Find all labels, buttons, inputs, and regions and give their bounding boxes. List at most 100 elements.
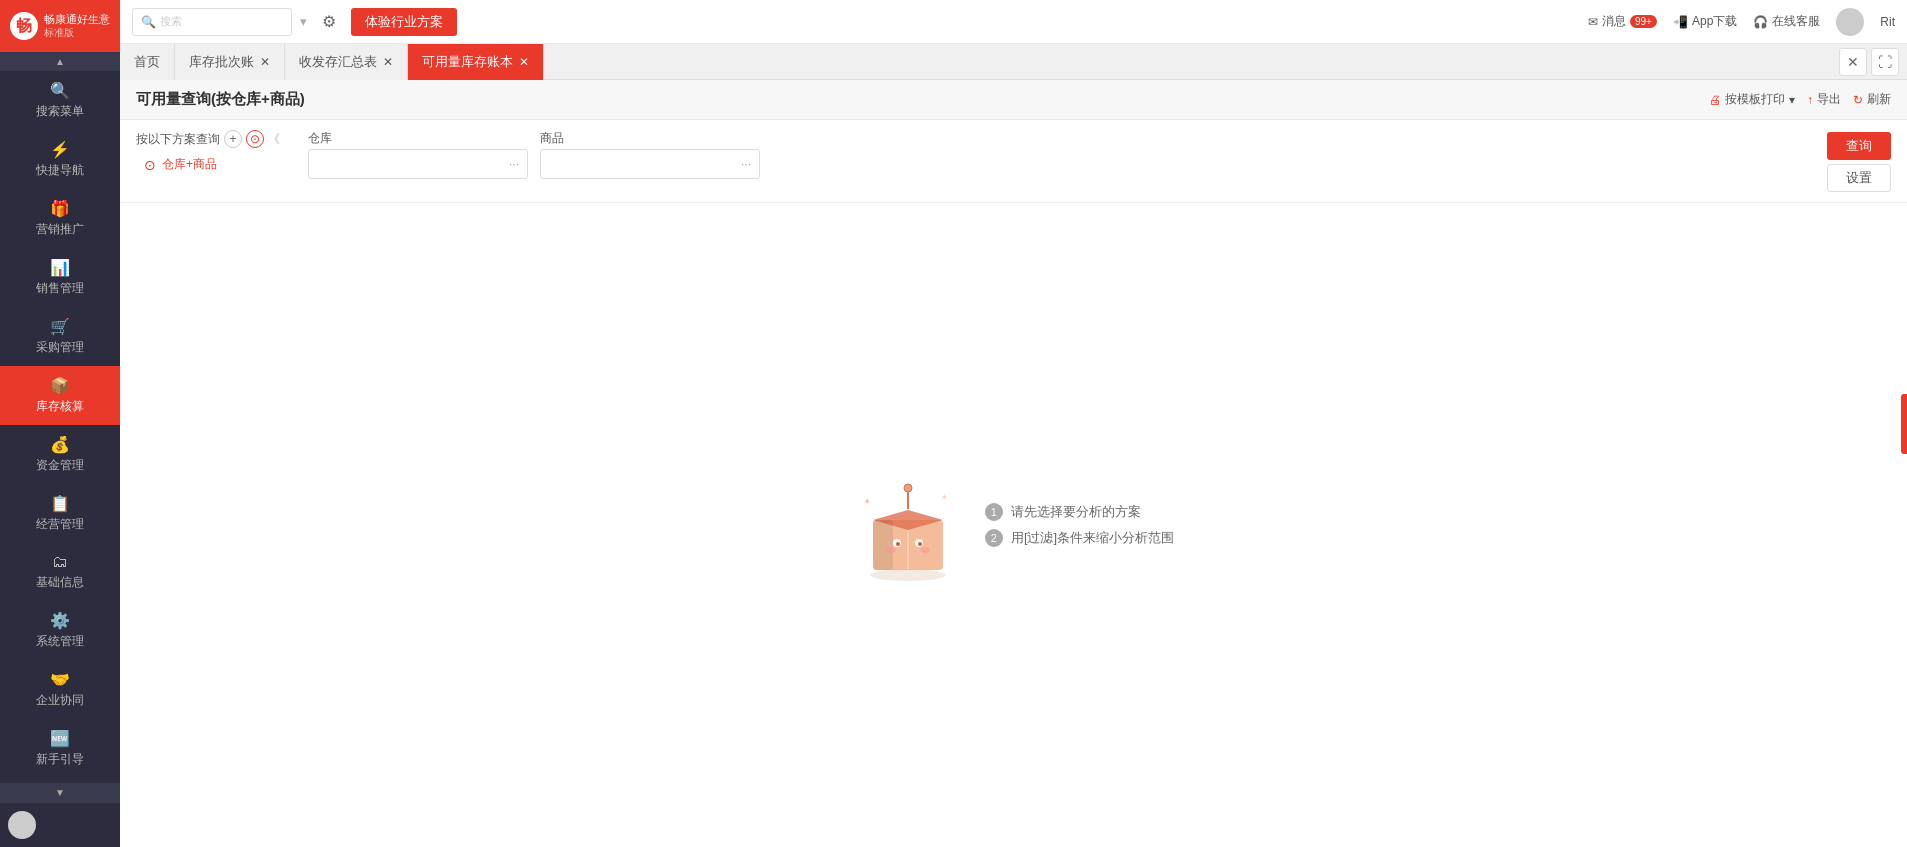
sidebar-item-coop[interactable]: 🤝 企业协同: [0, 660, 120, 719]
goods-input[interactable]: ···: [540, 149, 760, 179]
online-service-button[interactable]: 🎧 在线客服: [1753, 13, 1820, 30]
scheme-label: 仓库+商品: [162, 156, 217, 173]
system-icon: ⚙️: [50, 611, 70, 630]
download-icon: 📲: [1673, 15, 1688, 29]
sidebar-item-label: 企业协同: [36, 692, 84, 709]
sidebar-scroll-up[interactable]: ▲: [0, 52, 120, 71]
sidebar-item-system[interactable]: ⚙️ 系统管理: [0, 601, 120, 660]
logo-icon: 畅: [10, 12, 38, 40]
tab-collect-account[interactable]: 收发存汇总表 ✕: [285, 44, 408, 80]
svg-point-10: [920, 547, 930, 553]
app-download-button[interactable]: 📲 App下载: [1673, 13, 1737, 30]
operations-icon: 📋: [50, 494, 70, 513]
topbar-right: ✉ 消息 99+ 📲 App下载 🎧 在线客服 Rit: [1588, 8, 1895, 36]
warehouse-input[interactable]: ···: [308, 149, 528, 179]
user-avatar[interactable]: [1836, 8, 1864, 36]
export-icon: ↑: [1807, 93, 1813, 107]
empty-state: ✦ ✦ 1 请先选择要分析的方案 2 用[过滤]条件来缩小分析范围: [120, 203, 1907, 847]
sidebar-item-label: 新手引导: [36, 751, 84, 768]
avatar: [8, 811, 36, 839]
tab-available-stock-close[interactable]: ✕: [519, 55, 529, 69]
add-scheme-button[interactable]: +: [224, 130, 242, 148]
print-button[interactable]: 🖨 按模板打印 ▾: [1709, 91, 1795, 108]
notif-label: 消息: [1602, 13, 1626, 30]
print-chevron-icon: ▾: [1789, 93, 1795, 107]
page-title: 可用量查询(按仓库+商品): [136, 90, 305, 109]
chart-icon: 📊: [50, 258, 70, 277]
refresh-button[interactable]: ↻ 刷新: [1853, 91, 1891, 108]
sidebar-nav: 🔍 搜索菜单 ⚡ 快捷导航 🎁 营销推广 📊 销售管理 🛒 采购管理 📦 库存核…: [0, 71, 120, 783]
sidebar-item-marketing[interactable]: 🎁 营销推广: [0, 189, 120, 248]
svg-point-12: [904, 484, 912, 492]
tab-collect-account-label: 收发存汇总表: [299, 53, 377, 71]
tip-2-text: 用[过滤]条件来缩小分析范围: [1011, 529, 1174, 547]
empty-state-inner: ✦ ✦ 1 请先选择要分析的方案 2 用[过滤]条件来缩小分析范围: [853, 475, 1174, 575]
filter-settings-button[interactable]: 设置: [1827, 164, 1891, 192]
sidebar-item-label: 快捷导航: [36, 162, 84, 179]
export-button[interactable]: ↑ 导出: [1807, 91, 1841, 108]
money-icon: 💰: [50, 435, 70, 454]
sidebar-item-shortcut[interactable]: ⚡ 快捷导航: [0, 130, 120, 189]
sidebar-item-search[interactable]: 🔍 搜索菜单: [0, 71, 120, 130]
cart-icon: 🛒: [50, 317, 70, 336]
scheme-item-warehouse-goods[interactable]: ⊙ 仓库+商品: [136, 152, 296, 177]
sidebar-item-guide[interactable]: 🆕 新手引导: [0, 719, 120, 778]
industry-button[interactable]: 体验行业方案: [351, 8, 457, 36]
page-header: 可用量查询(按仓库+商品) 🖨 按模板打印 ▾ ↑ 导出 ↻ 刷新: [120, 80, 1907, 120]
goods-dots-button[interactable]: ···: [741, 157, 751, 171]
collapse-icon[interactable]: 《: [268, 131, 280, 148]
tip-num-1: 1: [985, 503, 1003, 521]
filter-actions: 查询 设置: [1827, 130, 1891, 192]
sidebar-item-label: 基础信息: [36, 574, 84, 591]
tip-2: 2 用[过滤]条件来缩小分析范围: [985, 529, 1174, 547]
filter-field-goods: 商品 ···: [540, 130, 760, 179]
main-content: 🔍 搜索 ▾ ⚙ 体验行业方案 ✉ 消息 99+ 📲 App下载 🎧 在线客服 …: [120, 0, 1907, 847]
logo-badge: 标准版: [44, 26, 110, 40]
export-label: 导出: [1817, 91, 1841, 108]
sidebar-item-finance[interactable]: 💰 资金管理: [0, 425, 120, 484]
notif-badge: 99+: [1630, 15, 1657, 28]
tabs-bar: 首页 库存批次账 ✕ 收发存汇总表 ✕ 可用量库存账本 ✕ ✕ ⛶: [120, 44, 1907, 80]
page-header-actions: 🖨 按模板打印 ▾ ↑ 导出 ↻ 刷新: [1709, 91, 1891, 108]
filter-area: 按以下方案查询 + ⊙ 《 ⊙ 仓库+商品 仓库 ···: [120, 120, 1907, 203]
tab-available-stock[interactable]: 可用量库存账本 ✕: [408, 44, 544, 80]
sidebar-item-label: 资金管理: [36, 457, 84, 474]
tip-1-text: 请先选择要分析的方案: [1011, 503, 1141, 521]
schemes-header-label: 按以下方案查询: [136, 131, 220, 148]
sidebar-item-inventory[interactable]: 📦 库存核算: [0, 366, 120, 425]
shortcut-icon: ⚡: [50, 140, 70, 159]
topbar-search[interactable]: 🔍 搜索: [132, 8, 292, 36]
notification-button[interactable]: ✉ 消息 99+: [1588, 13, 1657, 30]
warehouse-dots-button[interactable]: ···: [509, 157, 519, 171]
tab-close-button[interactable]: ✕: [1839, 48, 1867, 76]
svg-rect-3: [873, 520, 893, 570]
query-button[interactable]: 查询: [1827, 132, 1891, 160]
sidebar-item-label: 搜索菜单: [36, 103, 84, 120]
search-icon: 🔍: [141, 15, 156, 29]
sidebar-scroll-down[interactable]: ▼: [0, 783, 120, 802]
tab-home[interactable]: 首页: [120, 44, 175, 80]
warehouse-label: 仓库: [308, 130, 528, 147]
print-icon: 🖨: [1709, 93, 1721, 107]
chevron-down-icon: ▾: [300, 14, 307, 29]
sidebar-item-operations[interactable]: 📋 经营管理: [0, 484, 120, 543]
info-icon: 🗂: [52, 553, 68, 571]
tab-batch-account-close[interactable]: ✕: [260, 55, 270, 69]
tip-1: 1 请先选择要分析的方案: [985, 503, 1174, 521]
scroll-handle[interactable]: [1901, 394, 1907, 454]
sidebar-item-label: 采购管理: [36, 339, 84, 356]
sidebar-item-info[interactable]: 🗂 基础信息: [0, 543, 120, 601]
settings-scheme-button[interactable]: ⊙: [246, 130, 264, 148]
sidebar-item-sales[interactable]: 📊 销售管理: [0, 248, 120, 307]
username-label: Rit: [1880, 15, 1895, 29]
empty-tips: 1 请先选择要分析的方案 2 用[过滤]条件来缩小分析范围: [985, 503, 1174, 547]
sidebar-item-label: 系统管理: [36, 633, 84, 650]
topbar: 🔍 搜索 ▾ ⚙ 体验行业方案 ✉ 消息 99+ 📲 App下载 🎧 在线客服 …: [120, 0, 1907, 44]
scheme-icon: ⊙: [144, 157, 156, 173]
tab-fullscreen-button[interactable]: ⛶: [1871, 48, 1899, 76]
tab-batch-account[interactable]: 库存批次账 ✕: [175, 44, 285, 80]
gear-icon[interactable]: ⚙: [315, 8, 343, 36]
tab-collect-account-close[interactable]: ✕: [383, 55, 393, 69]
tab-home-label: 首页: [134, 53, 160, 71]
sidebar-item-purchase[interactable]: 🛒 采购管理: [0, 307, 120, 366]
